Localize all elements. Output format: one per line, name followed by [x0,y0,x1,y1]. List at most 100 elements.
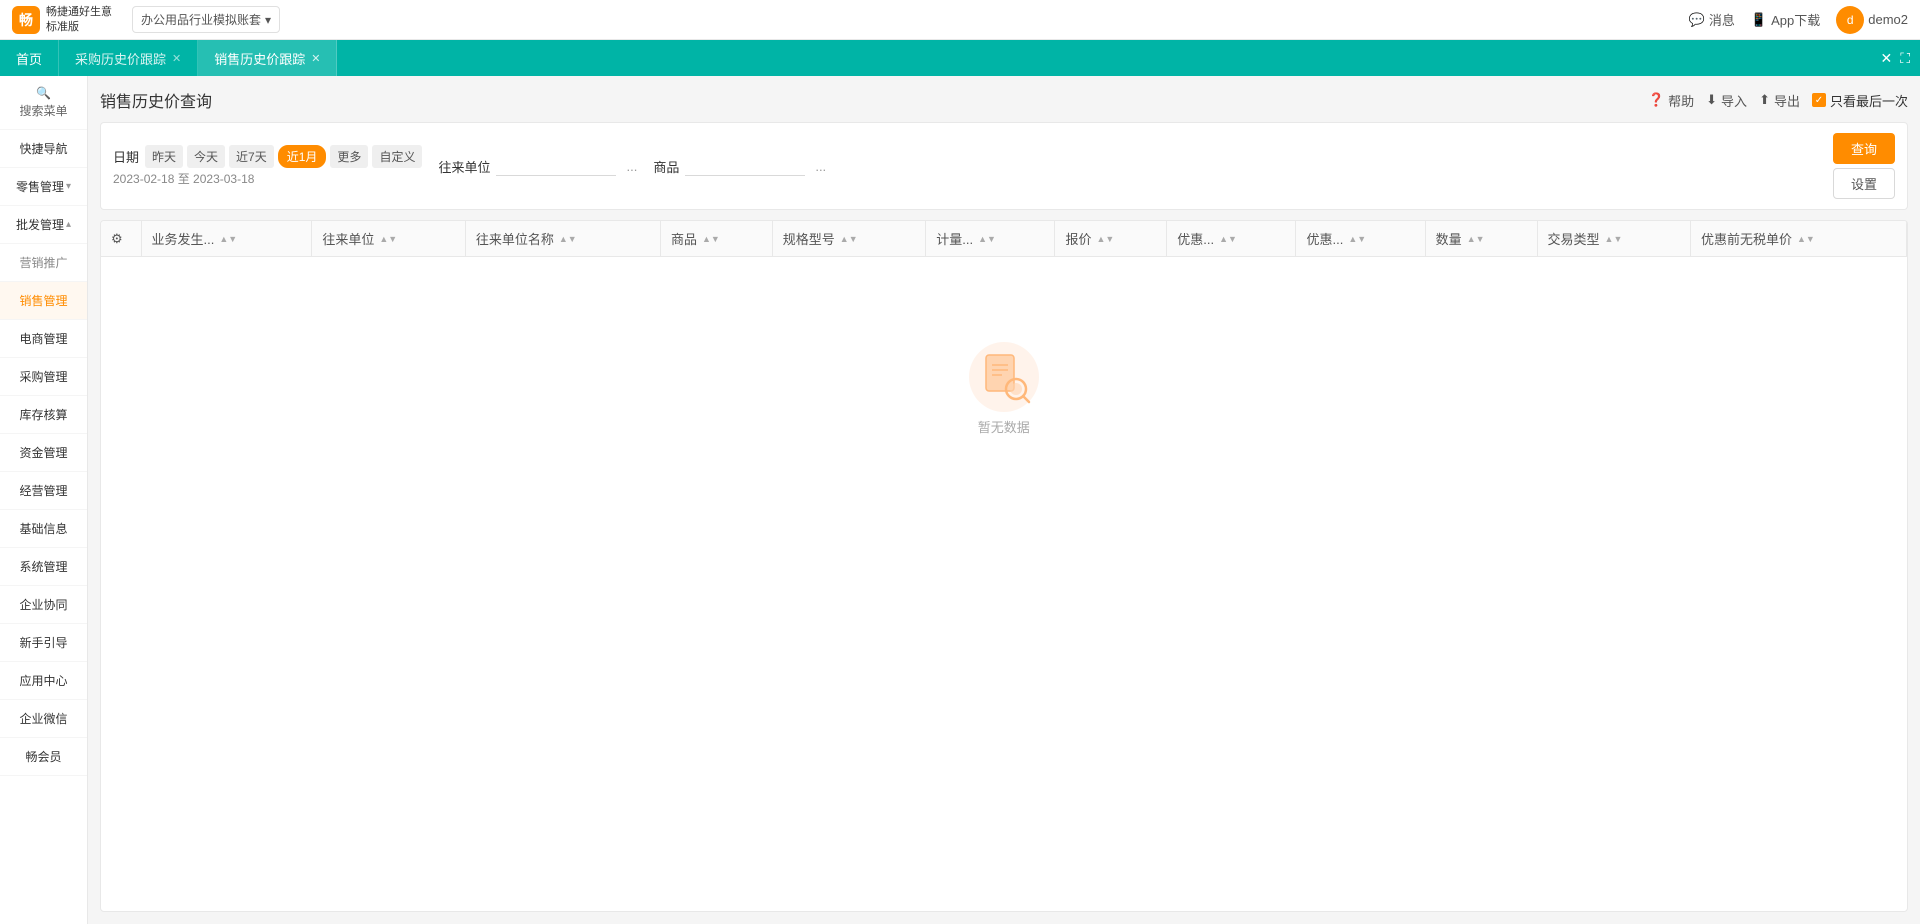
col-unit-label: 计量... [936,229,973,248]
only-last-checkbox[interactable]: ✓ 只看最后一次 [1812,91,1908,110]
col-pretax-price[interactable]: 优惠前无税单价 ▲▼ [1691,221,1907,257]
partner-filter: 往来单位 ... [438,156,637,176]
date-btn-1month[interactable]: 近1月 [278,145,327,168]
sidebar-item-quick-nav[interactable]: 快捷导航 [0,130,87,168]
filter-area: 日期 昨天 今天 近7天 近1月 更多 自定义 2023-02-18 至 202… [100,122,1908,210]
sidebar-item-system-mgmt[interactable]: 系统管理 [0,548,87,586]
sidebar-enterprise-wechat-label: 企业微信 [19,710,67,727]
close-window-icon[interactable]: ✕ [1880,50,1892,67]
avatar: d [1836,6,1864,34]
import-label: 导入 [1721,91,1747,110]
tab-home[interactable]: 首页 [0,40,59,76]
col-discount2[interactable]: 优惠... ▲▼ [1296,221,1425,257]
date-btn-today[interactable]: 今天 [187,145,225,168]
tab-purchase-close-icon[interactable]: ✕ [172,52,181,65]
sidebar-item-sales-mgmt[interactable]: 销售管理 [0,282,87,320]
sidebar-system-mgmt-label: 系统管理 [19,558,67,575]
sidebar-item-wholesale-mgmt[interactable]: 批发管理 ▴ [0,206,87,244]
sidebar-item-enterprise-wechat[interactable]: 企业微信 [0,700,87,738]
tab-sales-history[interactable]: 销售历史价跟踪 ✕ [198,40,337,76]
app-selector[interactable]: 办公用品行业模拟账套 ▾ [132,6,280,33]
sidebar-sales-mgmt-label: 销售管理 [19,292,67,309]
tab-home-label: 首页 [16,49,42,68]
sidebar-item-inventory[interactable]: 库存核算 [0,396,87,434]
filter-actions: 查询 设置 [1833,133,1895,199]
gear-icon: ⚙ [111,231,123,246]
table-body: 暂无数据 [101,257,1907,517]
sidebar-item-finance[interactable]: 资金管理 [0,434,87,472]
sort-arrows-trade-type: ▲▼ [1605,234,1623,244]
chevron-down-icon: ▾ [265,13,271,27]
sidebar-purchase-label: 采购管理 [19,368,67,385]
col-partner-code[interactable]: 往来单位 ▲▼ [312,221,465,257]
col-product[interactable]: 商品 ▲▼ [660,221,772,257]
col-quote[interactable]: 报价 ▲▼ [1055,221,1167,257]
col-trade-type[interactable]: 交易类型 ▲▼ [1537,221,1690,257]
table-header-row: ⚙ 业务发生... ▲▼ 往来单位 ▲▼ [101,221,1907,257]
sort-arrows-unit: ▲▼ [978,234,996,244]
col-quantity[interactable]: 数量 ▲▼ [1425,221,1537,257]
page-title: 销售历史价查询 [100,88,212,112]
sidebar-item-search-menu[interactable]: 🔍 搜索菜单 [0,76,87,130]
sidebar-item-retail-mgmt[interactable]: 零售管理 ▾ [0,168,87,206]
date-btn-7days[interactable]: 近7天 [229,145,274,168]
user-profile[interactable]: d demo2 [1836,6,1908,34]
sidebar-item-member[interactable]: 畅会员 [0,738,87,776]
page-header: 销售历史价查询 ❓ 帮助 ⬇ 导入 ⬆ 导出 ✓ 只看最后一次 [100,88,1908,112]
col-spec[interactable]: 规格型号 ▲▼ [772,221,925,257]
partner-input[interactable] [496,156,616,176]
sidebar-app-center-label: 应用中心 [19,672,67,689]
tab-bar: 首页 采购历史价跟踪 ✕ 销售历史价跟踪 ✕ ✕ ⛶ [0,40,1920,76]
col-quantity-label: 数量 [1436,229,1462,248]
sidebar: 🔍 搜索菜单 快捷导航 零售管理 ▾ 批发管理 ▴ 营销推广 销售管理 电商管理… [0,76,88,924]
sidebar-item-enterprise-collab[interactable]: 企业协同 [0,586,87,624]
sidebar-item-marketing[interactable]: 营销推广 [0,244,87,282]
sidebar-new-guide-label: 新手引导 [19,634,67,651]
message-action[interactable]: 💬 消息 [1689,10,1735,29]
maximize-icon[interactable]: ⛶ [1900,50,1910,67]
sidebar-member-label: 畅会员 [25,748,61,765]
date-btn-custom[interactable]: 自定义 [372,145,422,168]
col-settings[interactable]: ⚙ [101,221,141,257]
sidebar-item-basic-info[interactable]: 基础信息 [0,510,87,548]
help-label: 帮助 [1668,91,1694,110]
username-label: demo2 [1868,12,1908,27]
date-filter: 日期 昨天 今天 近7天 近1月 更多 自定义 [113,145,422,168]
query-button[interactable]: 查询 [1833,133,1895,164]
export-button[interactable]: ⬆ 导出 [1759,91,1800,110]
col-biz-date[interactable]: 业务发生... ▲▼ [141,221,312,257]
header-left: 畅 畅捷通好生意 标准版 办公用品行业模拟账套 ▾ [12,5,280,34]
col-quote-label: 报价 [1065,229,1091,248]
product-input[interactable] [685,156,805,176]
import-button[interactable]: ⬇ 导入 [1706,91,1747,110]
download-app-action[interactable]: 📱 App下载 [1751,10,1820,29]
tab-purchase-history[interactable]: 采购历史价跟踪 ✕ [59,40,198,76]
help-icon: ❓ [1648,92,1664,108]
checkbox-icon: ✓ [1812,93,1826,107]
app-selector-label: 办公用品行业模拟账套 [141,11,261,28]
help-button[interactable]: ❓ 帮助 [1648,91,1694,110]
date-btn-more[interactable]: 更多 [330,145,368,168]
product-label: 商品 [653,157,679,176]
col-unit[interactable]: 计量... ▲▼ [926,221,1055,257]
col-partner-name[interactable]: 往来单位名称 ▲▼ [465,221,660,257]
sidebar-item-purchase[interactable]: 采购管理 [0,358,87,396]
sidebar-operations-label: 经营管理 [19,482,67,499]
sidebar-item-app-center[interactable]: 应用中心 [0,662,87,700]
col-partner-code-label: 往来单位 [322,229,374,248]
date-filter-group: 日期 昨天 今天 近7天 近1月 更多 自定义 2023-02-18 至 202… [113,145,422,187]
sidebar-inventory-label: 库存核算 [19,406,67,423]
empty-state-row: 暂无数据 [101,257,1907,517]
sort-arrows-quote: ▲▼ [1096,234,1114,244]
sidebar-ecommerce-label: 电商管理 [19,330,67,347]
sidebar-item-ecommerce[interactable]: 电商管理 [0,320,87,358]
date-btn-yesterday[interactable]: 昨天 [145,145,183,168]
col-discount1[interactable]: 优惠... ▲▼ [1167,221,1296,257]
import-icon: ⬇ [1706,92,1717,108]
export-icon: ⬆ [1759,92,1770,108]
sidebar-item-new-guide[interactable]: 新手引导 [0,624,87,662]
settings-button[interactable]: 设置 [1833,168,1895,199]
sidebar-item-operations[interactable]: 经营管理 [0,472,87,510]
tab-sales-close-icon[interactable]: ✕ [311,52,320,65]
logo-area: 畅 畅捷通好生意 标准版 [12,5,112,34]
